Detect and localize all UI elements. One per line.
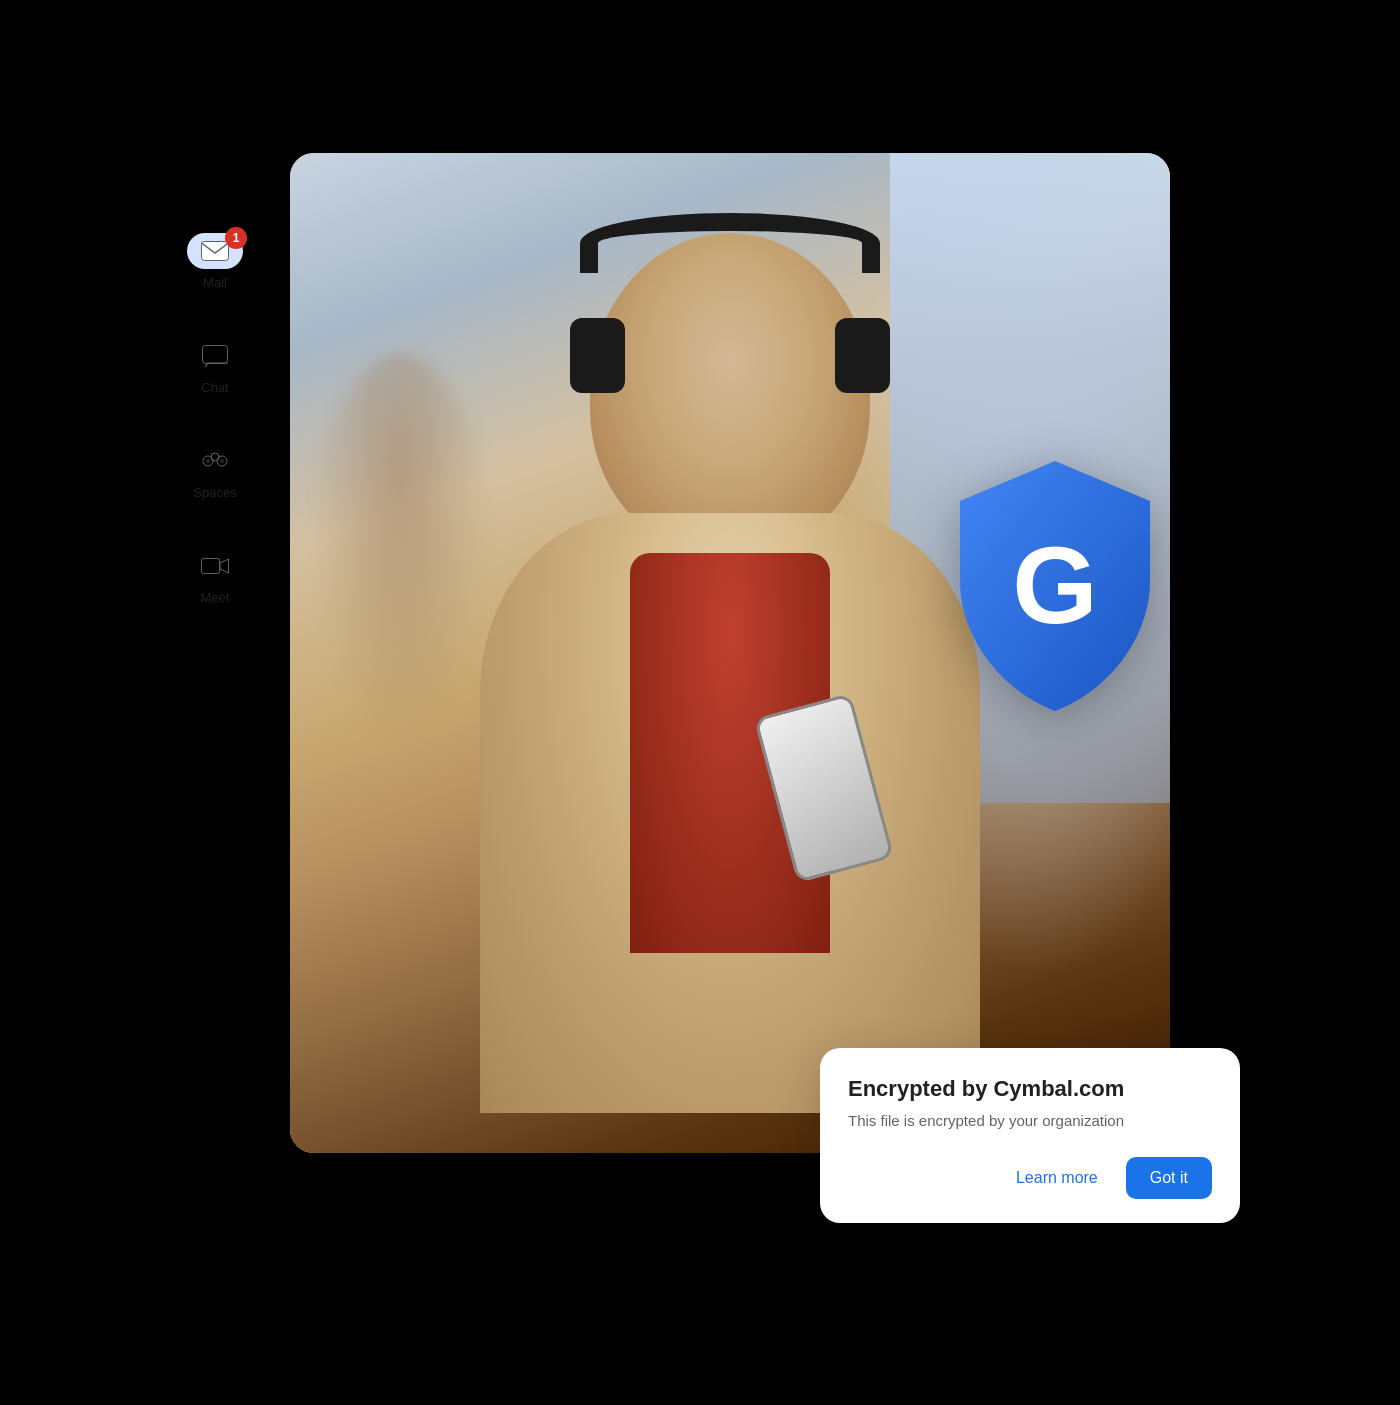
meet-icon-wrap: [187, 548, 243, 584]
svg-point-4: [206, 459, 210, 463]
chat-label: Chat: [201, 380, 228, 395]
chat-icon: [202, 345, 228, 367]
mail-icon: [201, 241, 229, 261]
mail-icon-wrap: 1: [187, 233, 243, 269]
meet-label: Meet: [201, 590, 230, 605]
got-it-button[interactable]: Got it: [1126, 1157, 1212, 1199]
spaces-label: Spaces: [193, 485, 236, 500]
svg-rect-1: [203, 345, 228, 363]
headphone-band: [580, 213, 880, 273]
mail-label: Mail: [203, 275, 227, 290]
svg-rect-0: [202, 241, 229, 260]
dialog-actions: Learn more Got it: [848, 1157, 1212, 1199]
encryption-dialog: Encrypted by Cymbal.com This file is enc…: [820, 1048, 1240, 1223]
sidebar-item-chat[interactable]: Chat: [187, 338, 243, 395]
mail-badge: 1: [225, 227, 247, 249]
headphone-ear-left: [570, 318, 625, 393]
dialog-title: Encrypted by Cymbal.com: [848, 1076, 1212, 1102]
background-people: [310, 353, 490, 753]
meet-icon: [201, 556, 229, 576]
sidebar-item-meet[interactable]: Meet: [187, 548, 243, 605]
svg-rect-7: [202, 558, 220, 573]
spaces-icon-wrap: [187, 443, 243, 479]
headphones: [570, 213, 890, 393]
person-jacket: [480, 513, 980, 1113]
headphone-ear-right: [835, 318, 890, 393]
svg-text:G: G: [1012, 523, 1098, 646]
spaces-icon: [200, 450, 230, 472]
sidebar-item-spaces[interactable]: Spaces: [187, 443, 243, 500]
learn-more-button[interactable]: Learn more: [1000, 1159, 1114, 1197]
svg-point-6: [211, 453, 219, 461]
sidebar-item-mail[interactable]: 1 Mail: [187, 233, 243, 290]
sidebar: 1 Mail Chat: [150, 233, 280, 605]
dialog-body: This file is encrypted by your organizat…: [848, 1112, 1212, 1129]
chat-icon-wrap: [187, 338, 243, 374]
google-shield-icon: G: [940, 453, 1170, 723]
svg-point-5: [220, 459, 224, 463]
